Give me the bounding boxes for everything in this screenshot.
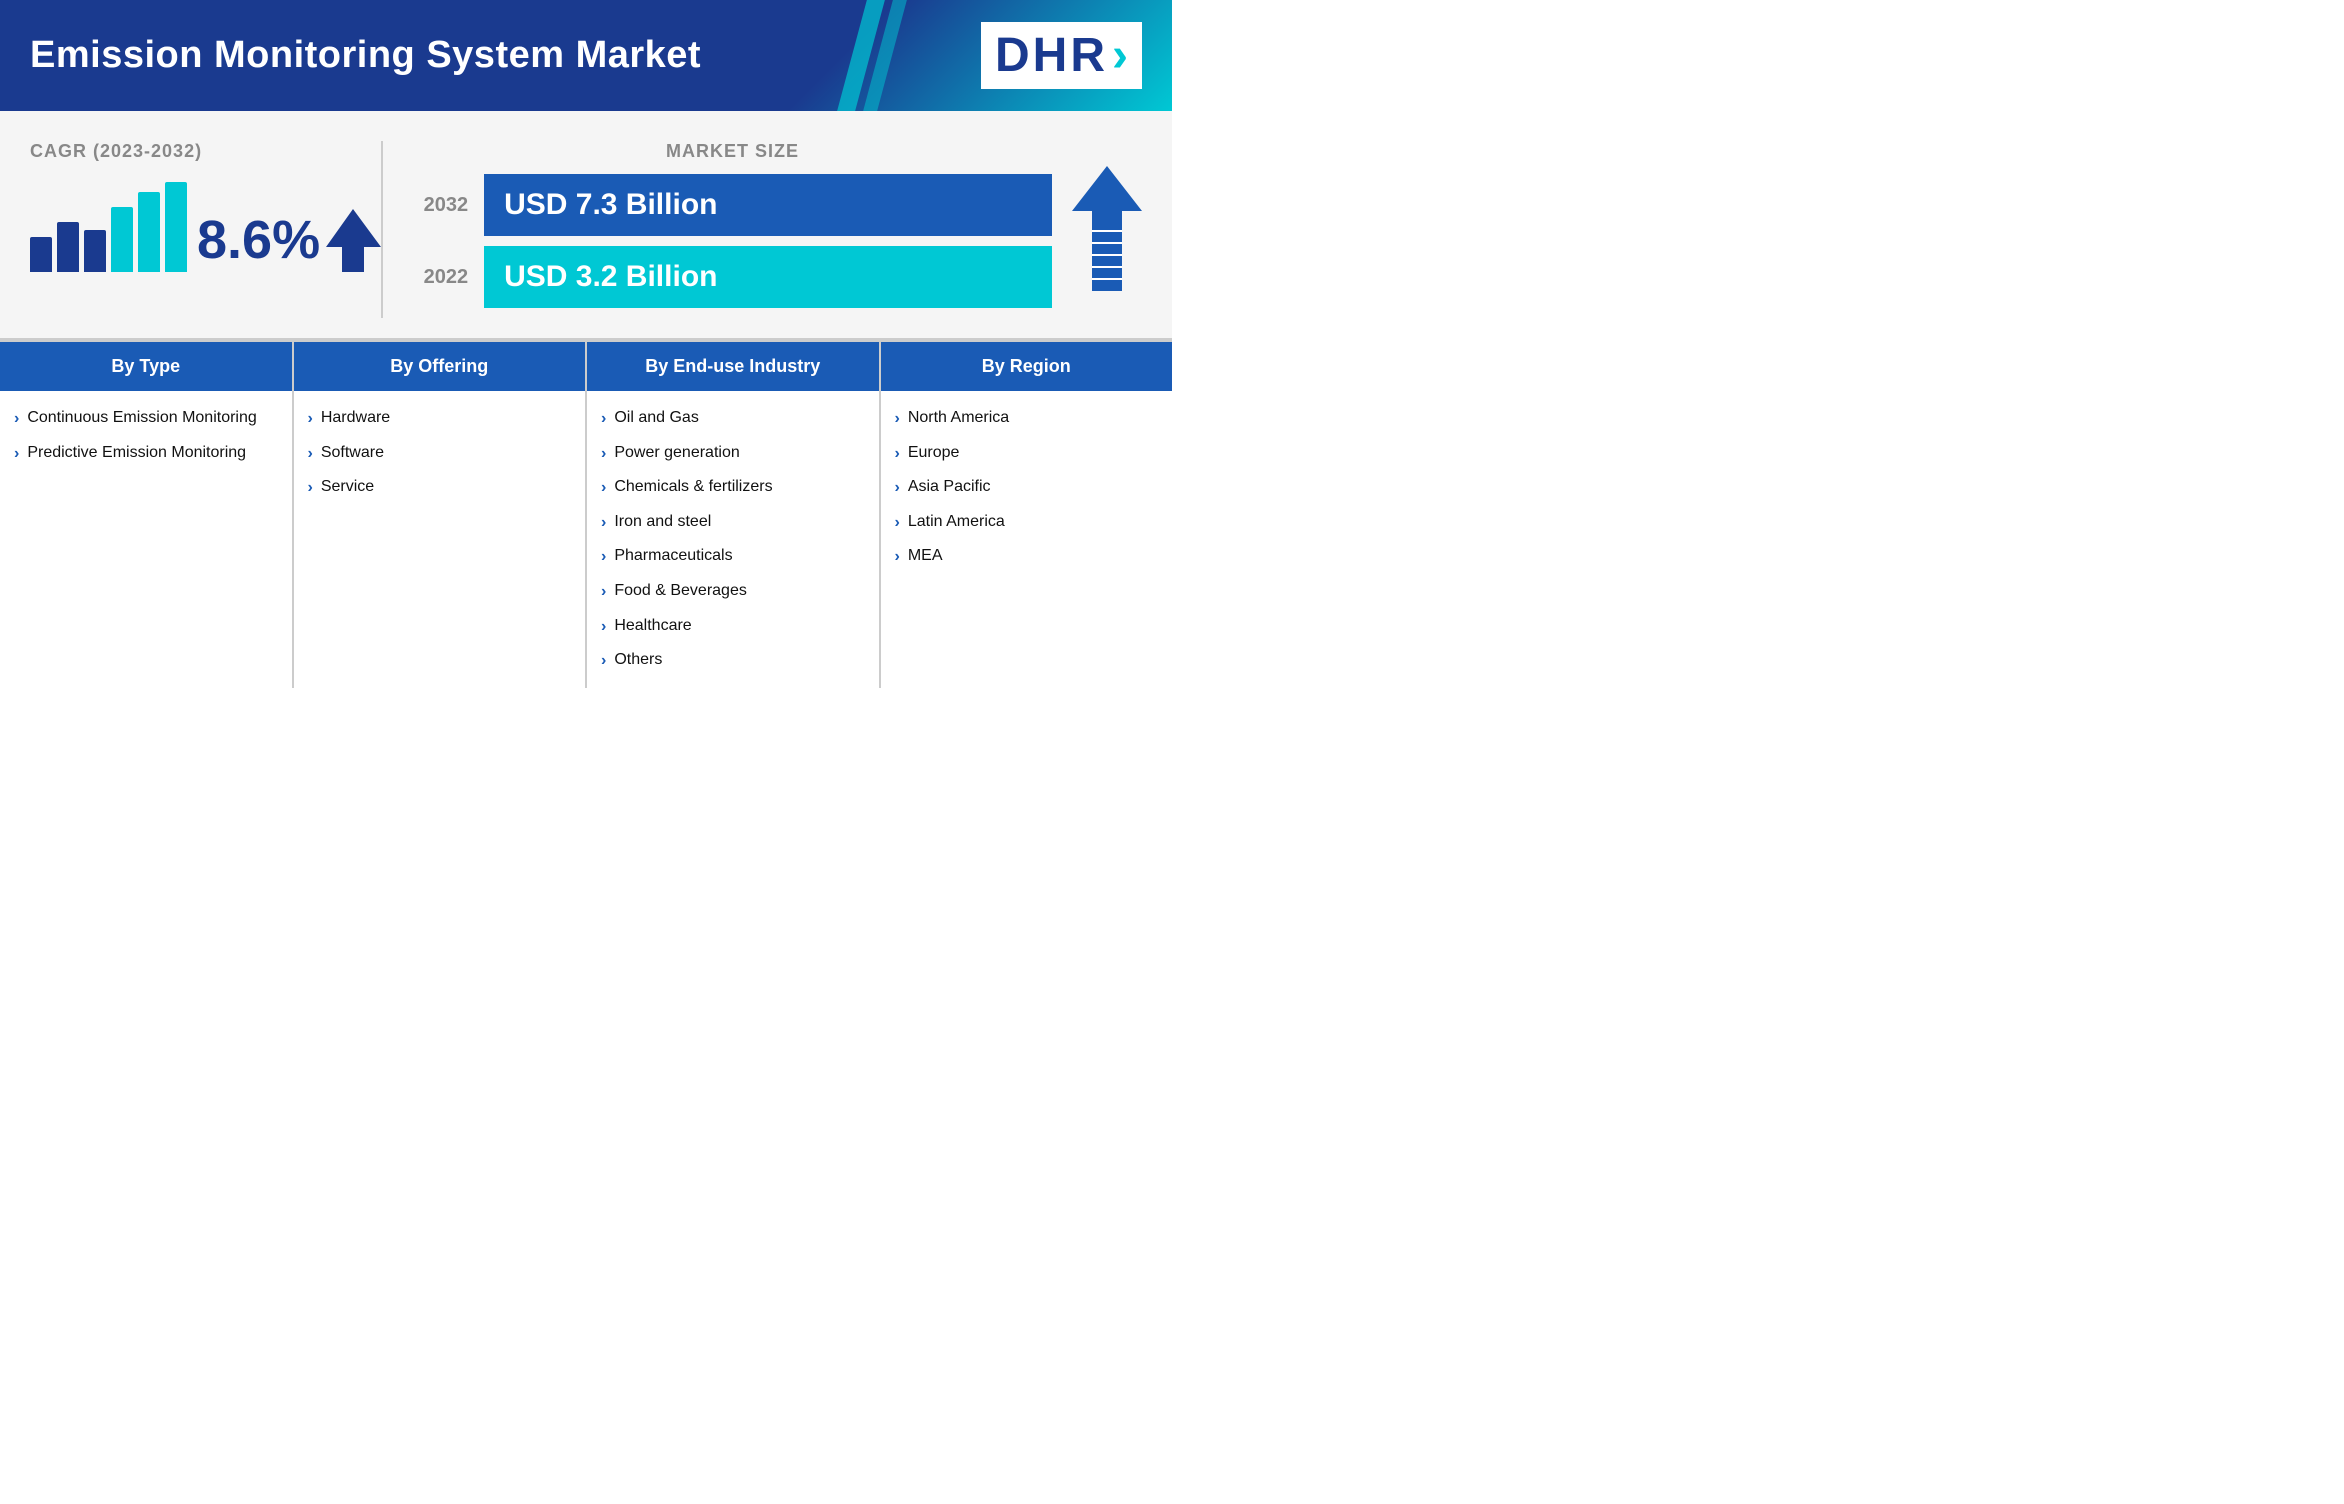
bar-1 [30,237,52,272]
bar-5 [138,192,160,272]
market-bar-2022: USD 3.2 Billion [484,246,1052,308]
list-item: › Continuous Emission Monitoring [14,407,278,430]
chevron-icon: › [601,443,606,465]
chevron-icon: › [601,616,606,638]
region-item-2: Europe [908,442,960,464]
offering-item-2: Software [321,442,384,464]
growth-arrow-icon [1072,161,1142,291]
year-2022-label: 2022 [413,266,468,289]
enduse-item-6: Food & Beverages [614,580,747,602]
market-value-2032: USD 7.3 Billion [504,188,717,222]
offering-item-1: Hardware [321,407,390,429]
year-2032-label: 2032 [413,194,468,217]
offering-item-3: Service [321,476,374,498]
bar-6 [165,182,187,272]
enduse-item-2: Power generation [614,442,739,464]
category-region-items: › North America › Europe › Asia Pacific … [881,391,1173,688]
list-item: › MEA [895,545,1159,568]
list-item: › Software [308,442,572,465]
list-item: › Power generation [601,442,865,465]
enduse-item-1: Oil and Gas [614,407,698,429]
region-item-4: Latin America [908,511,1005,533]
region-item-1: North America [908,407,1009,429]
logo-text: DHR [995,28,1108,83]
list-item: › Iron and steel [601,511,865,534]
list-item: › Food & Beverages [601,580,865,603]
chevron-icon: › [895,477,900,499]
chevron-icon: › [601,477,606,499]
list-item: › Latin America [895,511,1159,534]
region-item-5: MEA [908,545,943,567]
region-item-3: Asia Pacific [908,476,991,498]
category-type-header: By Type [0,342,292,391]
cagr-label: CAGR (2023-2032) [30,141,381,162]
page-title: Emission Monitoring System Market [30,34,701,77]
market-bar-2032: USD 7.3 Billion [484,174,1052,236]
category-enduse-header: By End-use Industry [587,342,879,391]
list-item: › Europe [895,442,1159,465]
enduse-item-7: Healthcare [614,615,691,637]
list-item: › Pharmaceuticals [601,545,865,568]
list-item: › Healthcare [601,615,865,638]
list-item: › Others [601,649,865,672]
chevron-icon: › [601,650,606,672]
cagr-value: 8.6% [197,213,320,267]
enduse-item-3: Chemicals & fertilizers [614,476,772,498]
list-item: › Hardware [308,407,572,430]
enduse-item-8: Others [614,649,662,671]
list-item: › Asia Pacific [895,476,1159,499]
chevron-icon: › [308,443,313,465]
chevron-icon: › [14,443,19,465]
chevron-icon: › [308,477,313,499]
chevron-icon: › [601,581,606,603]
category-region-col: By Region › North America › Europe › Asi… [881,342,1173,688]
chevron-icon: › [895,512,900,534]
growth-indicator [1072,141,1142,291]
list-item: › North America [895,407,1159,430]
chevron-icon: › [601,546,606,568]
market-2022-row: 2022 USD 3.2 Billion [413,246,1052,308]
category-offering-col: By Offering › Hardware › Software › Serv… [294,342,588,688]
dhr-logo: DHR › [981,22,1142,89]
enduse-item-4: Iron and steel [614,511,711,533]
market-size-block: MARKET SIZE 2032 USD 7.3 Billion 2022 US… [381,141,1142,318]
category-type-items: › Continuous Emission Monitoring › Predi… [0,391,292,688]
bar-4 [111,207,133,272]
market-value-2022: USD 3.2 Billion [504,260,717,294]
chevron-icon: › [308,408,313,430]
category-enduse-items: › Oil and Gas › Power generation › Chemi… [587,391,879,688]
bar-3 [84,230,106,272]
category-type-col: By Type › Continuous Emission Monitoring… [0,342,294,688]
chevron-icon: › [601,408,606,430]
header-decoration [837,0,987,111]
category-offering-header: By Offering [294,342,586,391]
category-region-header: By Region [881,342,1173,391]
categories-section: By Type › Continuous Emission Monitoring… [0,340,1172,688]
trend-arrow-icon [326,207,381,272]
list-item: › Predictive Emission Monitoring [14,442,278,465]
type-item-2: Predictive Emission Monitoring [27,442,246,464]
chevron-icon: › [895,443,900,465]
category-enduse-col: By End-use Industry › Oil and Gas › Powe… [587,342,881,688]
chevron-icon: › [601,512,606,534]
logo-arrow: › [1112,28,1128,83]
enduse-item-5: Pharmaceuticals [614,545,732,567]
bar-2 [57,222,79,272]
chevron-icon: › [895,546,900,568]
category-offering-items: › Hardware › Software › Service [294,391,586,688]
market-2032-row: 2032 USD 7.3 Billion [413,174,1052,236]
list-item: › Oil and Gas [601,407,865,430]
cagr-block: CAGR (2023-2032) 8.6% [30,141,381,272]
list-item: › Service [308,476,572,499]
list-item: › Chemicals & fertilizers [601,476,865,499]
metrics-section: CAGR (2023-2032) 8.6% [0,111,1172,340]
type-item-1: Continuous Emission Monitoring [27,407,256,429]
chevron-icon: › [14,408,19,430]
chevron-icon: › [895,408,900,430]
page-header: Emission Monitoring System Market DHR › [0,0,1172,111]
market-size-label: MARKET SIZE [413,141,1052,162]
bar-chart [30,182,187,272]
